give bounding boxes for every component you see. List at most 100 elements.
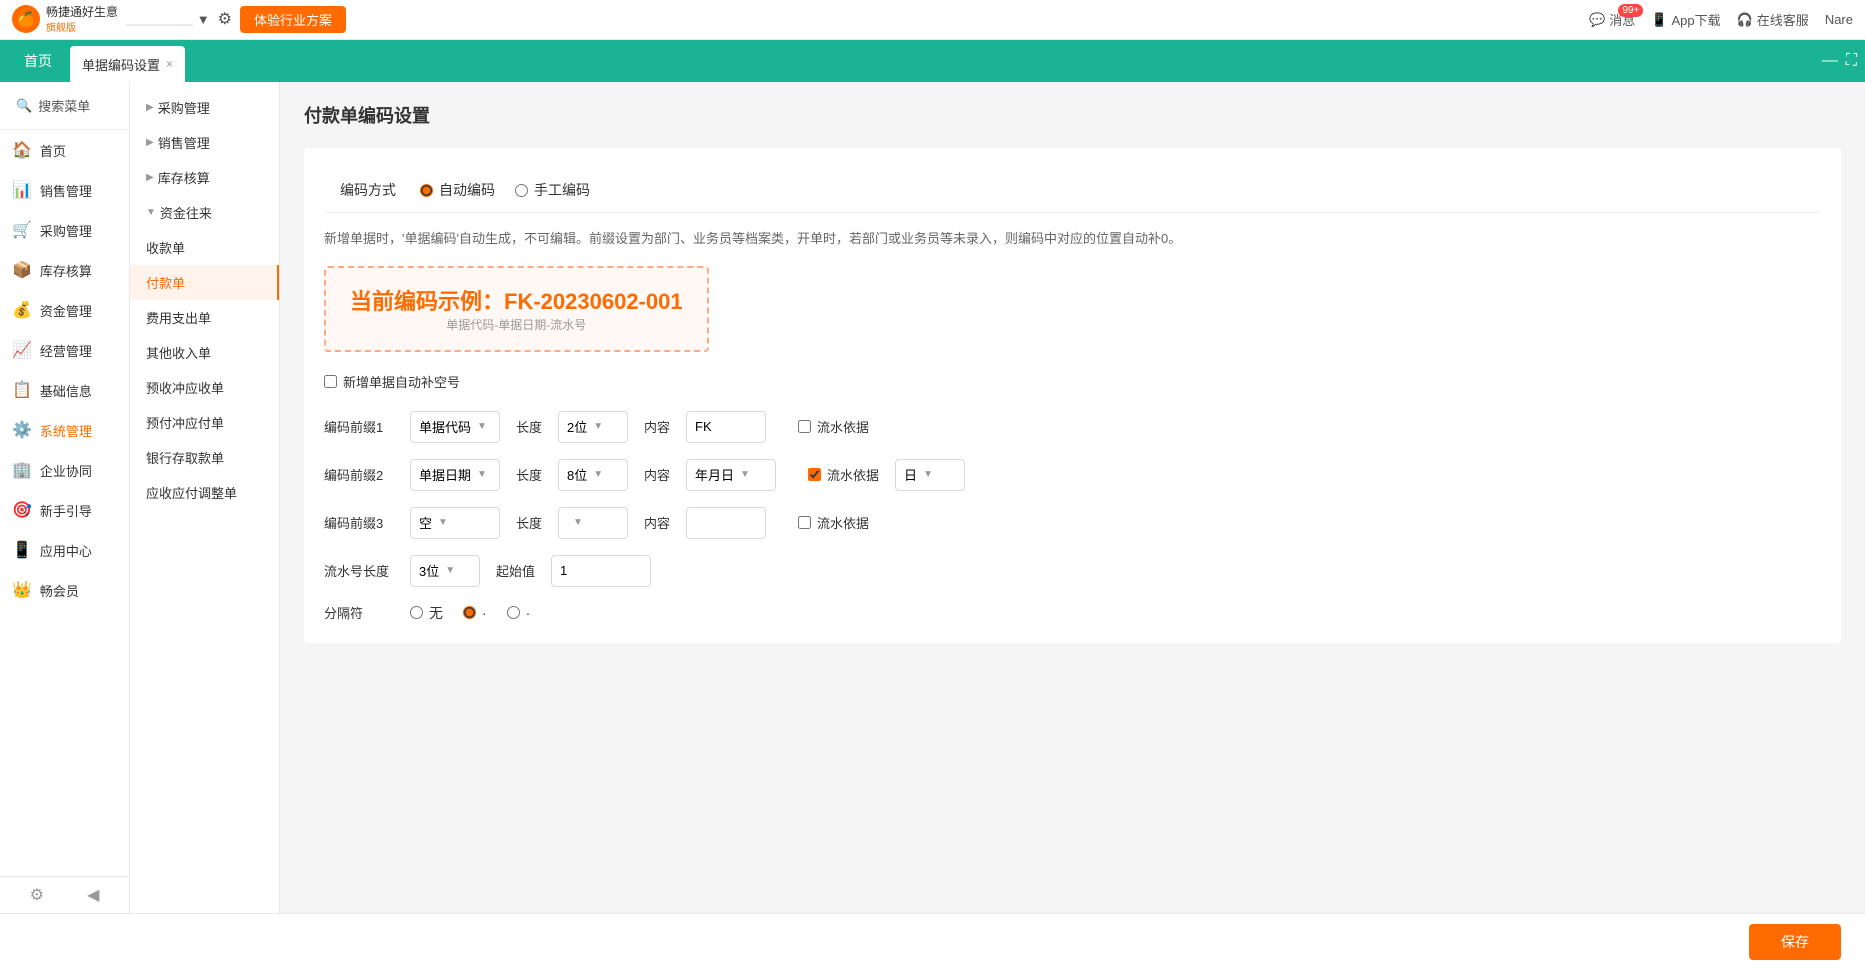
serial-1-checkbox[interactable] xyxy=(798,420,811,433)
content-2-select[interactable]: 年月日 ▼ xyxy=(686,459,776,491)
sub-item-bank[interactable]: 银行存取款单 xyxy=(130,440,279,475)
length-2-select[interactable]: 8位 ▼ xyxy=(558,459,628,491)
serial-3-checkbox-group: 流水依据 xyxy=(798,513,869,532)
sidebar-item-inventory[interactable]: 📦 库存核算 xyxy=(0,250,129,290)
sidebar-item-sales[interactable]: 📊 销售管理 xyxy=(0,170,129,210)
sidebar-item-ops[interactable]: 📈 经营管理 xyxy=(0,330,129,370)
tab-bar: 首页 单据编码设置 × — ⛶ xyxy=(0,40,1865,82)
day-value: 日 xyxy=(904,465,917,484)
save-button[interactable]: 保存 xyxy=(1749,924,1841,960)
content-1-label: 内容 xyxy=(644,417,670,436)
length-1-select[interactable]: 2位 ▼ xyxy=(558,411,628,443)
sub-item-pre-receive[interactable]: 预收冲应收单 xyxy=(130,370,279,405)
sidebar-item-company[interactable]: 🏢 企业协同 xyxy=(0,450,129,490)
serial-1-checkbox-group: 流水依据 xyxy=(798,417,869,436)
content-2-label: 内容 xyxy=(644,465,670,484)
sidebar-item-vip[interactable]: 👑 畅会员 xyxy=(0,570,129,610)
sub-group-purchase[interactable]: ▶ 采购管理 xyxy=(130,90,279,125)
finance-icon: 💰 xyxy=(12,300,32,320)
sep-dash-radio[interactable]: · xyxy=(507,605,531,621)
sep-none-radio[interactable]: 无 xyxy=(410,603,443,623)
length-2-value: 8位 xyxy=(567,465,587,484)
sub-item-other-income[interactable]: 其他收入单 xyxy=(130,335,279,370)
sidebar-item-system[interactable]: ⚙️ 系统管理 xyxy=(0,410,129,450)
prefix-row-3: 编码前缀3 空 ▼ 长度 ▼ 内容 xyxy=(324,507,1821,539)
sidebar-label-purchase: 采购管理 xyxy=(40,221,92,240)
sidebar-label-inventory: 库存核算 xyxy=(40,261,92,280)
sep-none-input[interactable] xyxy=(410,606,423,619)
sidebar-label-finance: 资金管理 xyxy=(40,301,92,320)
serial-2-label: 流水依据 xyxy=(827,465,879,484)
sep-dash-input[interactable] xyxy=(507,606,520,619)
sub-item-expense[interactable]: 费用支出单 xyxy=(130,300,279,335)
message-button[interactable]: 💬 消息 99+ xyxy=(1589,10,1635,29)
sub-item-pre-pay-label: 预付冲应付单 xyxy=(146,413,224,432)
prefix-2-select[interactable]: 单据日期 ▼ xyxy=(410,459,500,491)
online-service-button[interactable]: 🎧 在线客服 xyxy=(1737,10,1809,29)
sub-item-adjust-label: 应收应付调整单 xyxy=(146,483,237,502)
trial-button[interactable]: 体验行业方案 xyxy=(240,6,346,33)
sidebar-item-apps[interactable]: 📱 应用中心 xyxy=(0,530,129,570)
auto-encode-input[interactable] xyxy=(420,184,433,197)
settings-bottom-icon[interactable]: ⚙ xyxy=(30,885,44,905)
sidebar-item-guide[interactable]: 🎯 新手引导 xyxy=(0,490,129,530)
header-dropdown[interactable]: __________ ▼ xyxy=(126,12,210,27)
sidebar-label-sales: 销售管理 xyxy=(40,181,92,200)
sep-dot-input[interactable] xyxy=(463,606,476,619)
sub-group-capital[interactable]: ▼ 资金往来 xyxy=(130,195,279,230)
autofill-checkbox[interactable] xyxy=(324,375,337,388)
logo-sub: 旗舰版 xyxy=(46,19,118,34)
top-header: 🍊 畅捷通好生意 旗舰版 __________ ▼ ⚙ 体验行业方案 💬 消息 … xyxy=(0,0,1865,40)
settings-icon[interactable]: ⚙ xyxy=(218,9,232,29)
day-select-dropdown[interactable]: 日 ▼ xyxy=(895,459,965,491)
prefix-3-select[interactable]: 空 ▼ xyxy=(410,507,500,539)
sub-group-purchase-label: 采购管理 xyxy=(158,98,210,117)
minimize-icon[interactable]: — xyxy=(1822,52,1838,70)
sub-item-pre-pay[interactable]: 预付冲应付单 xyxy=(130,405,279,440)
sub-item-payment[interactable]: 付款单 xyxy=(130,265,279,300)
sub-group-sales-label: 销售管理 xyxy=(158,133,210,152)
purchase-icon: 🛒 xyxy=(12,220,32,240)
sub-group-sales[interactable]: ▶ 销售管理 xyxy=(130,125,279,160)
sub-item-other-income-label: 其他收入单 xyxy=(146,343,211,362)
serial-3-label: 流水依据 xyxy=(817,513,869,532)
tab-close-icon[interactable]: × xyxy=(166,57,173,71)
prefix-2-label: 编码前缀2 xyxy=(324,465,394,484)
app-download-button[interactable]: 📱 App下载 xyxy=(1651,10,1720,29)
sidebar-item-basic[interactable]: 📋 基础信息 xyxy=(0,370,129,410)
collapse-icon[interactable]: ◀ xyxy=(87,885,99,905)
sub-group-inventory[interactable]: ▶ 库存核算 xyxy=(130,160,279,195)
prefix-1-select[interactable]: 单据代码 ▼ xyxy=(410,411,500,443)
sidebar-label-basic: 基础信息 xyxy=(40,381,92,400)
tab-home[interactable]: 首页 xyxy=(8,40,68,82)
sidebar-item-finance[interactable]: 💰 资金管理 xyxy=(0,290,129,330)
preview-code: 当前编码示例：FK-20230602-001 xyxy=(350,284,683,316)
preview-desc: 单据代码-单据日期-流水号 xyxy=(446,318,586,332)
prefix-row-1: 编码前缀1 单据代码 ▼ 长度 2位 ▼ 内容 FK xyxy=(324,411,1821,443)
sub-item-adjust[interactable]: 应收应付调整单 xyxy=(130,475,279,510)
auto-encode-radio[interactable]: 自动编码 xyxy=(420,180,495,200)
manual-encode-radio[interactable]: 手工编码 xyxy=(515,180,590,200)
header-right: 💬 消息 99+ 📱 App下载 🎧 在线客服 Nare xyxy=(1589,10,1853,29)
serial-length-select[interactable]: 3位 ▼ xyxy=(410,555,480,587)
maximize-icon[interactable]: ⛶ xyxy=(1846,52,1857,70)
sub-group-inventory-label: 库存核算 xyxy=(158,168,210,187)
sidebar-item-home[interactable]: 🏠 首页 xyxy=(0,130,129,170)
user-name[interactable]: Nare xyxy=(1825,12,1853,27)
message-badge: 99+ xyxy=(1618,4,1643,17)
sidebar-label-ops: 经营管理 xyxy=(40,341,92,360)
serial-2-checkbox[interactable] xyxy=(808,468,821,481)
manual-encode-input[interactable] xyxy=(515,184,528,197)
search-label: 搜索菜单 xyxy=(38,96,90,115)
sub-item-receipt[interactable]: 收款单 xyxy=(130,230,279,265)
search-menu-button[interactable]: 🔍 搜索菜单 xyxy=(8,92,121,119)
sidebar-item-purchase[interactable]: 🛒 采购管理 xyxy=(0,210,129,250)
separator-label: 分隔符 xyxy=(324,603,394,622)
serial-3-checkbox[interactable] xyxy=(798,516,811,529)
length-3-select[interactable]: ▼ xyxy=(558,507,628,539)
start-value-input[interactable]: 1 xyxy=(551,555,651,587)
page-title: 付款单编码设置 xyxy=(304,102,1841,128)
prefix-row-2: 编码前缀2 单据日期 ▼ 长度 8位 ▼ 内容 年月日 ▼ xyxy=(324,459,1821,491)
sep-dot-radio[interactable]: · xyxy=(463,605,487,621)
tab-active[interactable]: 单据编码设置 × xyxy=(70,46,185,82)
